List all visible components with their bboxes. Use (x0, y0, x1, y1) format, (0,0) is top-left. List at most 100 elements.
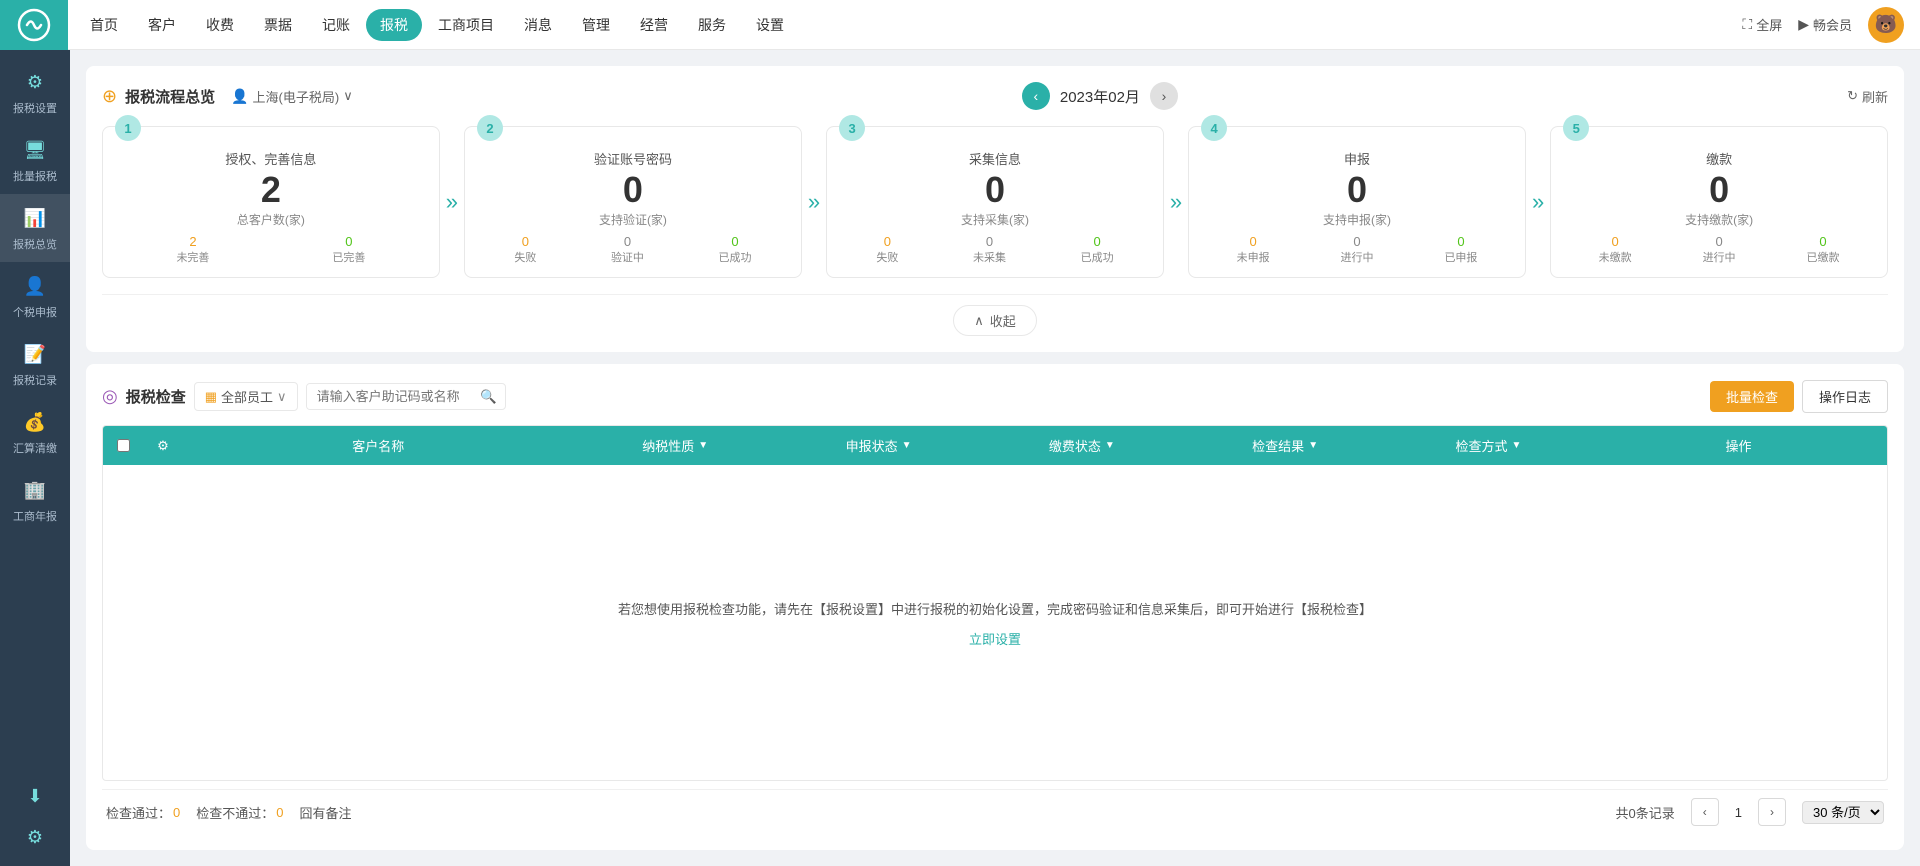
nav-business[interactable]: 工商项目 (424, 9, 508, 41)
flow-arrow-3: » (1164, 189, 1188, 215)
vip-btn[interactable]: ▶ 畅会员 (1798, 15, 1852, 34)
pass-val[interactable]: 0 (173, 805, 180, 820)
refresh-btn[interactable]: ↻ 刷新 (1847, 87, 1888, 106)
step3-stat2-label: 未采集 (973, 249, 1006, 265)
step2-title: 验证账号密码 (477, 149, 789, 168)
table-body-empty: 若您想使用报税检查功能，请先在【报税设置】中进行报税的初始化设置，完成密码验证和… (103, 465, 1887, 780)
step3-stat2-val[interactable]: 0 (973, 234, 1006, 249)
pass-count: 检查通过： 0 (106, 803, 180, 822)
step1-stat2-val[interactable]: 0 (332, 234, 365, 249)
nav-manage[interactable]: 管理 (568, 9, 624, 41)
col-check-result[interactable]: 检查结果 ▼ (1183, 426, 1386, 465)
collapse-btn[interactable]: ∧ 收起 (953, 305, 1037, 336)
nav-home[interactable]: 首页 (76, 9, 132, 41)
step3-stat1-label: 失败 (876, 249, 898, 265)
check-header: ◎ 报税检查 ▦ 全部员工 ∨ 🔍 批量检查 操作日志 (102, 380, 1888, 413)
step3-stat3-label: 已成功 (1081, 249, 1114, 265)
mascot[interactable]: 🐻 (1868, 7, 1904, 43)
next-month-btn[interactable]: › (1150, 82, 1178, 110)
nav-accounting[interactable]: 记账 (308, 9, 364, 41)
operation-log-btn[interactable]: 操作日志 (1802, 380, 1888, 413)
batch-check-btn[interactable]: 批量检查 (1710, 381, 1794, 412)
flow-arrow-4: » (1526, 189, 1550, 215)
annual-report-icon: 🏢 (21, 476, 49, 504)
mascot-icon: 🐻 (1875, 14, 1897, 35)
col-check-method[interactable]: 检查方式 ▼ (1387, 426, 1590, 465)
step2-stat3-label: 已成功 (719, 249, 752, 265)
step3-stat3-val[interactable]: 0 (1081, 234, 1114, 249)
step2-stat3-val[interactable]: 0 (719, 234, 752, 249)
col-tax-nature[interactable]: 纳税性质 ▼ (574, 426, 777, 465)
step-badge-4: 4 (1201, 115, 1227, 141)
step4-stat1-label: 未申报 (1237, 249, 1270, 265)
step4-stat1-val[interactable]: 0 (1237, 234, 1270, 249)
table-header: ⚙ 客户名称 纳税性质 ▼ 申报状态 ▼ 缴费状态 ▼ (103, 426, 1887, 465)
fullscreen-btn[interactable]: ⛶ 全屏 (1742, 15, 1782, 34)
logo[interactable] (0, 0, 68, 50)
search-box: 🔍 (306, 383, 506, 410)
step2-stat1-val[interactable]: 0 (514, 234, 536, 249)
sidebar-item-tax-overview[interactable]: 📊 报税总览 (0, 194, 70, 262)
sidebar-item-tax-records[interactable]: 📝 报税记录 (0, 330, 70, 398)
search-input[interactable] (307, 384, 472, 409)
staff-selector[interactable]: ▦ 全部员工 ∨ (194, 382, 298, 411)
check-title: 报税检查 (126, 386, 186, 407)
nav-message[interactable]: 消息 (510, 9, 566, 41)
refresh-icon: ↻ (1847, 88, 1858, 104)
nav-settings[interactable]: 设置 (742, 9, 798, 41)
nav-service[interactable]: 服务 (684, 9, 740, 41)
nav-tax[interactable]: 报税 (366, 9, 422, 41)
sidebar-item-batch-tax[interactable]: 🖥 批量报税 (0, 126, 70, 194)
step4-stat2-label: 进行中 (1341, 249, 1374, 265)
search-button[interactable]: 🔍 (472, 389, 505, 405)
setup-link[interactable]: 立即设置 (969, 629, 1021, 648)
step2-stat2-label: 验证中 (611, 249, 644, 265)
gear-header[interactable]: ⚙ (143, 426, 183, 465)
empty-hint-text: 若您想使用报税检查功能，请先在【报税设置】中进行报税的初始化设置，完成密码验证和… (618, 597, 1372, 623)
flow-card-5: 5 缴款 0 支持缴款(家) 0 未缴款 0 进行中 (1550, 126, 1888, 278)
nav-invoice[interactable]: 票据 (250, 9, 306, 41)
step5-stat2-val[interactable]: 0 (1703, 234, 1736, 249)
col-payment-status[interactable]: 缴费状态 ▼ (980, 426, 1183, 465)
sidebar-item-settlement[interactable]: 💰 汇算清缴 (0, 398, 70, 466)
dropdown-icon: ∨ (277, 389, 287, 405)
nav-fee[interactable]: 收费 (192, 9, 248, 41)
step-badge-3: 3 (839, 115, 865, 141)
step5-count: 0 (1563, 168, 1875, 211)
nav-right: ⛶ 全屏 ▶ 畅会员 🐻 (1742, 7, 1920, 43)
step4-title: 申报 (1201, 149, 1513, 168)
select-all-checkbox[interactable] (117, 439, 130, 452)
nav-customer[interactable]: 客户 (134, 9, 190, 41)
step4-stat3-val[interactable]: 0 (1444, 234, 1477, 249)
step5-subtitle: 支持缴款(家) (1563, 211, 1875, 228)
prev-page-btn[interactable]: ‹ (1691, 798, 1719, 826)
filter-icon-2: ▼ (902, 440, 912, 451)
step2-stat2-val[interactable]: 0 (611, 234, 644, 249)
per-page-select[interactable]: 30 条/页 (1802, 801, 1884, 824)
step3-stat1-val[interactable]: 0 (876, 234, 898, 249)
next-page-btn[interactable]: › (1758, 798, 1786, 826)
checkbox-header[interactable] (103, 426, 143, 465)
sidebar-settings-btn[interactable]: ⚙ (0, 817, 70, 858)
tax-settings-icon: ⚙ (21, 68, 49, 96)
gear-icon: ⚙ (157, 438, 169, 454)
col-declaration-status[interactable]: 申报状态 ▼ (777, 426, 980, 465)
sidebar-download-btn[interactable]: ⬇ (0, 776, 70, 817)
step4-stat2-val[interactable]: 0 (1341, 234, 1374, 249)
nav-operation[interactable]: 经营 (626, 9, 682, 41)
org-selector[interactable]: 👤 上海(电子税局) ∨ (231, 87, 353, 106)
step1-stat1-val[interactable]: 2 (176, 234, 209, 249)
sidebar-item-annual-report[interactable]: 🏢 工商年报 (0, 466, 70, 534)
step5-stat3-val[interactable]: 0 (1806, 234, 1839, 249)
note-label: 囧有备注 (300, 803, 352, 822)
sidebar-item-personal-tax[interactable]: 👤 个税申报 (0, 262, 70, 330)
step2-subtitle: 支持验证(家) (477, 211, 789, 228)
step1-stat2-label: 已完善 (332, 249, 365, 265)
step1-stat1-label: 未完善 (176, 249, 209, 265)
sidebar-item-tax-settings[interactable]: ⚙ 报税设置 (0, 58, 70, 126)
flow-overview-card: ⊕ 报税流程总览 👤 上海(电子税局) ∨ ‹ 2023年02月 › ↻ 刷新 (86, 66, 1904, 352)
fail-val[interactable]: 0 (276, 805, 283, 820)
col-operation: 操作 (1590, 426, 1887, 465)
step5-stat1-val[interactable]: 0 (1599, 234, 1632, 249)
prev-month-btn[interactable]: ‹ (1022, 82, 1050, 110)
